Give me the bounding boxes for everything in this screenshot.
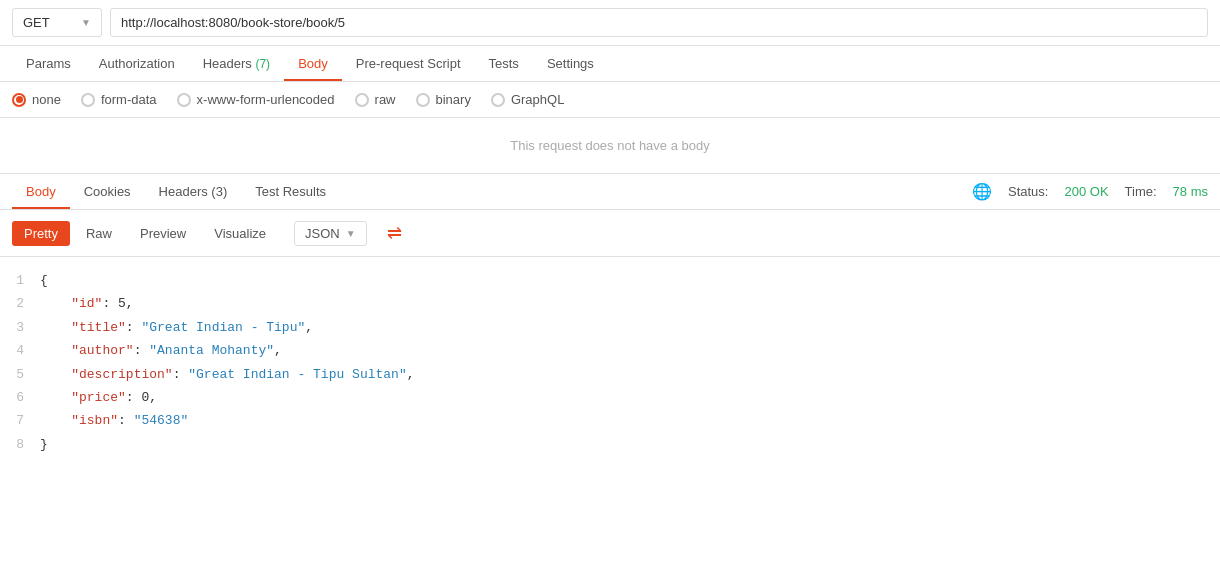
code-content-5: "description": "Great Indian - Tipu Sult… xyxy=(40,363,1220,386)
json-format-select[interactable]: JSON ▼ xyxy=(294,221,367,246)
radio-raw-label: raw xyxy=(375,92,396,107)
line-num-5: 5 xyxy=(0,363,40,386)
radio-binary-circle xyxy=(416,93,430,107)
code-content-3: "title": "Great Indian - Tipu", xyxy=(40,316,1220,339)
response-tab-test-results[interactable]: Test Results xyxy=(241,174,340,209)
response-tab-headers[interactable]: Headers (3) xyxy=(145,174,242,209)
radio-graphql-circle xyxy=(491,93,505,107)
no-body-message: This request does not have a body xyxy=(0,118,1220,174)
status-label: Status: xyxy=(1008,184,1048,199)
line-num-3: 3 xyxy=(0,316,40,339)
response-status: 🌐 Status: 200 OK Time: 78 ms xyxy=(972,182,1208,201)
wrap-button[interactable]: ⇌ xyxy=(379,218,410,248)
code-line-2: 2 "id": 5, xyxy=(0,292,1220,315)
line-num-4: 4 xyxy=(0,339,40,362)
url-bar: GET ▼ xyxy=(0,0,1220,46)
format-tab-pretty[interactable]: Pretty xyxy=(12,221,70,246)
radio-raw[interactable]: raw xyxy=(355,92,396,107)
line-num-1: 1 xyxy=(0,269,40,292)
code-content-1: { xyxy=(40,269,1220,292)
code-line-8: 8 } xyxy=(0,433,1220,456)
dropdown-arrow-icon: ▼ xyxy=(81,17,91,28)
code-line-4: 4 "author": "Ananta Mohanty", xyxy=(0,339,1220,362)
tab-headers[interactable]: Headers (7) xyxy=(189,46,284,81)
format-tab-visualize[interactable]: Visualize xyxy=(202,221,278,246)
code-line-3: 3 "title": "Great Indian - Tipu", xyxy=(0,316,1220,339)
json-select-arrow-icon: ▼ xyxy=(346,228,356,239)
code-line-5: 5 "description": "Great Indian - Tipu Su… xyxy=(0,363,1220,386)
response-tabs: Body Cookies Headers (3) Test Results 🌐 … xyxy=(0,174,1220,210)
code-content-7: "isbn": "54638" xyxy=(40,409,1220,432)
code-content-8: } xyxy=(40,433,1220,456)
response-tab-body[interactable]: Body xyxy=(12,174,70,209)
tab-prerequest[interactable]: Pre-request Script xyxy=(342,46,475,81)
time-label: Time: xyxy=(1125,184,1157,199)
line-num-2: 2 xyxy=(0,292,40,315)
radio-graphql-label: GraphQL xyxy=(511,92,564,107)
radio-form-data-label: form-data xyxy=(101,92,157,107)
radio-urlencoded[interactable]: x-www-form-urlencoded xyxy=(177,92,335,107)
radio-none-label: none xyxy=(32,92,61,107)
tab-params[interactable]: Params xyxy=(12,46,85,81)
response-tab-cookies[interactable]: Cookies xyxy=(70,174,145,209)
radio-raw-circle xyxy=(355,93,369,107)
line-num-7: 7 xyxy=(0,409,40,432)
request-tabs: Params Authorization Headers (7) Body Pr… xyxy=(0,46,1220,82)
code-line-6: 6 "price": 0, xyxy=(0,386,1220,409)
radio-urlencoded-circle xyxy=(177,93,191,107)
radio-none[interactable]: none xyxy=(12,92,61,107)
line-num-6: 6 xyxy=(0,386,40,409)
tab-body[interactable]: Body xyxy=(284,46,342,81)
method-dropdown[interactable]: GET ▼ xyxy=(12,8,102,37)
format-tabs: Pretty Raw Preview Visualize JSON ▼ ⇌ xyxy=(0,210,1220,257)
radio-form-data[interactable]: form-data xyxy=(81,92,157,107)
code-content-6: "price": 0, xyxy=(40,386,1220,409)
radio-binary-label: binary xyxy=(436,92,471,107)
tab-authorization[interactable]: Authorization xyxy=(85,46,189,81)
tab-settings[interactable]: Settings xyxy=(533,46,608,81)
radio-none-circle xyxy=(12,93,26,107)
tab-tests[interactable]: Tests xyxy=(475,46,533,81)
radio-form-data-circle xyxy=(81,93,95,107)
code-content-4: "author": "Ananta Mohanty", xyxy=(40,339,1220,362)
body-options: none form-data x-www-form-urlencoded raw… xyxy=(0,82,1220,118)
json-format-label: JSON xyxy=(305,226,340,241)
method-label: GET xyxy=(23,15,50,30)
format-tab-preview[interactable]: Preview xyxy=(128,221,198,246)
code-area: 1 { 2 "id": 5, 3 "title": "Great Indian … xyxy=(0,257,1220,468)
time-value: 78 ms xyxy=(1173,184,1208,199)
code-line-7: 7 "isbn": "54638" xyxy=(0,409,1220,432)
line-num-8: 8 xyxy=(0,433,40,456)
url-input[interactable] xyxy=(110,8,1208,37)
globe-icon: 🌐 xyxy=(972,182,992,201)
radio-binary[interactable]: binary xyxy=(416,92,471,107)
radio-urlencoded-label: x-www-form-urlencoded xyxy=(197,92,335,107)
format-tab-raw[interactable]: Raw xyxy=(74,221,124,246)
code-line-1: 1 { xyxy=(0,269,1220,292)
code-content-2: "id": 5, xyxy=(40,292,1220,315)
status-value: 200 OK xyxy=(1064,184,1108,199)
radio-graphql[interactable]: GraphQL xyxy=(491,92,564,107)
